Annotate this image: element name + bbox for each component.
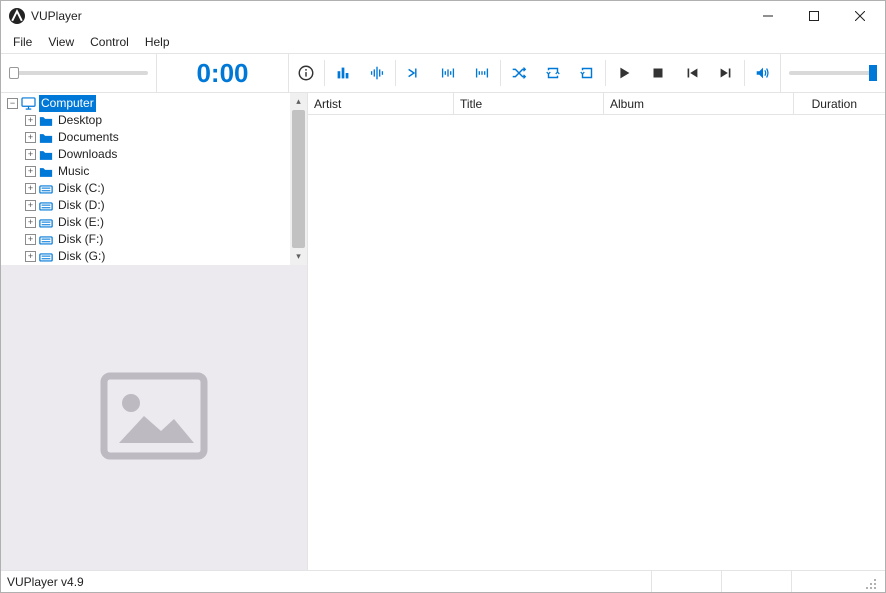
- left-panel: − Computer +Desktop+Documents+Downloads+…: [1, 93, 308, 570]
- tree-view[interactable]: − Computer +Desktop+Documents+Downloads+…: [1, 93, 307, 265]
- tree-item-label[interactable]: Desktop: [56, 112, 104, 129]
- computer-icon: [21, 97, 36, 110]
- resize-grip-icon[interactable]: [861, 571, 879, 592]
- expand-icon[interactable]: +: [25, 166, 36, 177]
- loudness-button[interactable]: [431, 54, 465, 92]
- time-display: 0:00: [157, 54, 289, 92]
- tree-item-label[interactable]: Disk (F:): [56, 231, 105, 248]
- disk-icon: [39, 217, 53, 229]
- main-area: − Computer +Desktop+Documents+Downloads+…: [1, 93, 885, 570]
- tree-item[interactable]: + Music: [7, 163, 307, 180]
- tree-item[interactable]: + Disk (C:): [7, 180, 307, 197]
- scroll-thumb[interactable]: [292, 110, 305, 248]
- repeat-track-button[interactable]: [536, 54, 570, 92]
- shuffle-button[interactable]: [502, 54, 536, 92]
- close-button[interactable]: [837, 1, 883, 31]
- expand-icon[interactable]: +: [25, 200, 36, 211]
- seek-thumb[interactable]: [9, 67, 19, 79]
- expand-icon[interactable]: +: [25, 217, 36, 228]
- playlist-panel: Artist Title Album Duration: [308, 93, 885, 570]
- tree-item-label[interactable]: Documents: [56, 129, 121, 146]
- disk-icon: [39, 234, 53, 246]
- stop-button[interactable]: [641, 54, 675, 92]
- expand-icon[interactable]: +: [25, 251, 36, 262]
- expand-icon[interactable]: +: [25, 132, 36, 143]
- scroll-up-icon[interactable]: ▴: [290, 93, 307, 110]
- tree-scrollbar[interactable]: ▴ ▾: [290, 93, 307, 265]
- folder-icon: [39, 149, 53, 161]
- repeat-playlist-button[interactable]: [570, 54, 604, 92]
- tree-item-label[interactable]: Disk (D:): [56, 197, 107, 214]
- collapse-icon[interactable]: −: [7, 98, 18, 109]
- maximize-button[interactable]: [791, 1, 837, 31]
- equalizer-button[interactable]: [326, 54, 360, 92]
- disk-icon: [39, 200, 53, 212]
- volume-thumb[interactable]: [869, 65, 877, 81]
- folder-icon: [39, 166, 53, 178]
- disk-icon: [39, 183, 53, 195]
- expand-icon[interactable]: +: [25, 234, 36, 245]
- menu-control[interactable]: Control: [82, 33, 137, 51]
- status-cell-1: [651, 571, 721, 592]
- next-button[interactable]: [709, 54, 743, 92]
- status-cell-3: [791, 571, 861, 592]
- status-cell-2: [721, 571, 791, 592]
- volume-slider[interactable]: [780, 54, 885, 92]
- scroll-down-icon[interactable]: ▾: [290, 248, 307, 265]
- column-duration[interactable]: Duration: [794, 93, 885, 114]
- tree-item-label[interactable]: Disk (G:): [56, 248, 107, 265]
- visualizer-button[interactable]: [360, 54, 394, 92]
- tree-item-label[interactable]: Downloads: [56, 146, 119, 163]
- tree-item[interactable]: + Disk (E:): [7, 214, 307, 231]
- tree-label-computer[interactable]: Computer: [39, 95, 96, 112]
- info-button[interactable]: [289, 54, 323, 92]
- folder-icon: [39, 115, 53, 127]
- seek-slider[interactable]: [1, 54, 157, 92]
- tree-item-label[interactable]: Disk (C:): [56, 180, 107, 197]
- tree-item[interactable]: + Documents: [7, 129, 307, 146]
- menu-file[interactable]: File: [5, 33, 40, 51]
- app-icon: [9, 8, 25, 24]
- album-art-placeholder-icon: [99, 371, 209, 464]
- album-art-panel: [1, 265, 307, 570]
- disk-icon: [39, 251, 53, 263]
- crossfade-button[interactable]: [465, 54, 499, 92]
- tree-item[interactable]: + Desktop: [7, 112, 307, 129]
- tree-item-label[interactable]: Disk (E:): [56, 214, 106, 231]
- window-title: VUPlayer: [31, 9, 745, 23]
- menubar: File View Control Help: [1, 31, 885, 53]
- tree-item[interactable]: + Disk (D:): [7, 197, 307, 214]
- column-headers: Artist Title Album Duration: [308, 93, 885, 115]
- expand-icon[interactable]: +: [25, 115, 36, 126]
- status-text: VUPlayer v4.9: [7, 575, 651, 589]
- column-artist[interactable]: Artist: [308, 93, 454, 114]
- tree-root[interactable]: − Computer: [7, 95, 307, 112]
- menu-view[interactable]: View: [40, 33, 82, 51]
- titlebar: VUPlayer: [1, 1, 885, 31]
- tree-item[interactable]: + Disk (F:): [7, 231, 307, 248]
- column-title[interactable]: Title: [454, 93, 604, 114]
- minimize-button[interactable]: [745, 1, 791, 31]
- previous-button[interactable]: [675, 54, 709, 92]
- tree-item[interactable]: + Downloads: [7, 146, 307, 163]
- play-button[interactable]: [607, 54, 641, 92]
- volume-icon[interactable]: [746, 54, 780, 92]
- tree-item-label[interactable]: Music: [56, 163, 91, 180]
- tree-item[interactable]: + Disk (G:): [7, 248, 307, 265]
- folder-icon: [39, 132, 53, 144]
- toolbar: 0:00: [1, 53, 885, 93]
- column-album[interactable]: Album: [604, 93, 794, 114]
- expand-icon[interactable]: +: [25, 183, 36, 194]
- menu-help[interactable]: Help: [137, 33, 178, 51]
- playlist-body[interactable]: [308, 115, 885, 570]
- statusbar: VUPlayer v4.9: [1, 570, 885, 592]
- skip-to-cursor-button[interactable]: [397, 54, 431, 92]
- expand-icon[interactable]: +: [25, 149, 36, 160]
